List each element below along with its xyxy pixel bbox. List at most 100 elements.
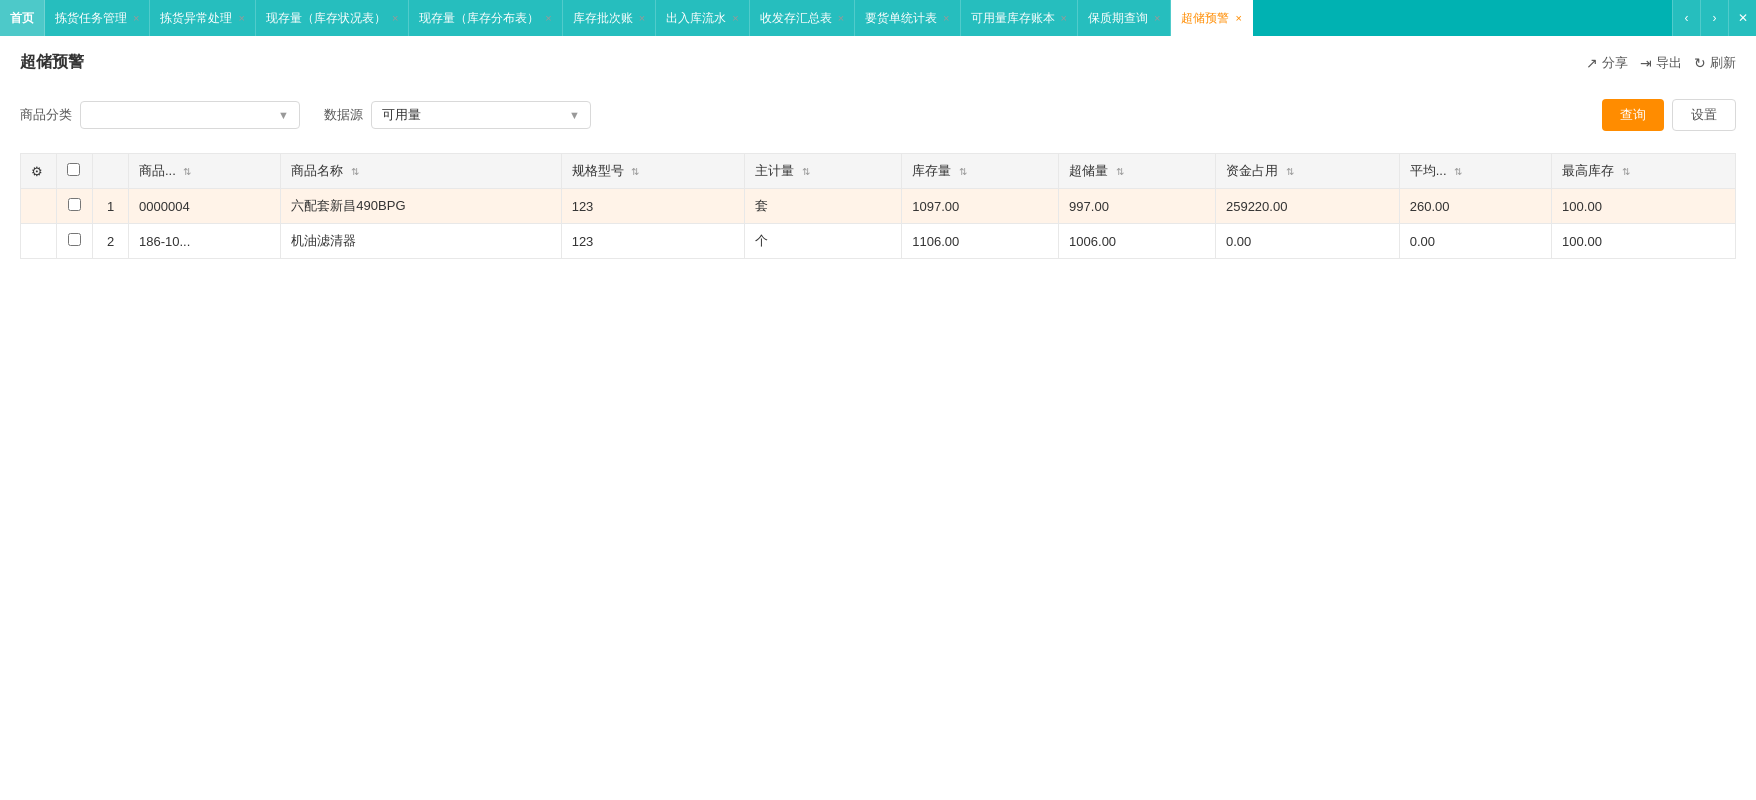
row-gear-cell: [21, 189, 57, 224]
col-header-stock[interactable]: 库存量 ⇅: [902, 154, 1059, 189]
col-avg-label: 平均...: [1410, 163, 1447, 178]
tab-tab-8[interactable]: 要货单统计表×: [855, 0, 960, 36]
row-unit-cell: 个: [745, 224, 902, 259]
tab-tab-4[interactable]: 现存量（库存分布表）×: [409, 0, 562, 36]
sort-name-icon: ⇅: [351, 166, 359, 177]
row-stock-cell: 1097.00: [902, 189, 1059, 224]
table-row: 1 0000004 六配套新昌490BPG 123 套 1097.00 997.…: [21, 189, 1736, 224]
query-button[interactable]: 查询: [1602, 99, 1664, 131]
export-button[interactable]: ⇥ 导出: [1640, 54, 1682, 72]
category-filter-group: 商品分类 ▼: [20, 101, 300, 129]
nav-next-arrow[interactable]: ›: [1700, 0, 1728, 36]
col-header-spec[interactable]: 规格型号 ⇅: [561, 154, 745, 189]
gear-icon: ⚙: [31, 164, 43, 179]
tab-tab-7[interactable]: 收发存汇总表×: [750, 0, 855, 36]
datasource-chevron-icon: ▼: [569, 109, 580, 121]
sort-spec-icon: ⇅: [631, 166, 639, 177]
refresh-icon: ↻: [1694, 55, 1706, 71]
tab-tab-3[interactable]: 现存量（库存状况表）×: [256, 0, 409, 36]
row-name-cell: 六配套新昌490BPG: [281, 189, 561, 224]
category-select[interactable]: ▼: [80, 101, 300, 129]
sort-maxstock-icon: ⇅: [1622, 166, 1630, 177]
share-icon: ↗: [1586, 55, 1598, 71]
col-header-name[interactable]: 商品名称 ⇅: [281, 154, 561, 189]
col-header-check[interactable]: [57, 154, 93, 189]
close-tab-icon[interactable]: ×: [1061, 13, 1067, 24]
table-header-row: ⚙ 商品... ⇅ 商品名称 ⇅ 规格型号 ⇅: [21, 154, 1736, 189]
row-checkbox-1[interactable]: [68, 233, 81, 246]
filter-actions: 查询 设置: [1602, 99, 1736, 131]
row-gear-cell: [21, 224, 57, 259]
col-header-gear[interactable]: ⚙: [21, 154, 57, 189]
close-tab-icon[interactable]: ×: [238, 13, 244, 24]
header-actions: ↗ 分享 ⇥ 导出 ↻ 刷新: [1586, 54, 1736, 72]
row-capital-cell: 259220.00: [1215, 189, 1399, 224]
close-tab-icon[interactable]: ×: [1154, 13, 1160, 24]
refresh-button[interactable]: ↻ 刷新: [1694, 54, 1736, 72]
home-tab[interactable]: 首页: [0, 0, 45, 36]
share-button[interactable]: ↗ 分享: [1586, 54, 1628, 72]
close-tab-icon[interactable]: ×: [392, 13, 398, 24]
sort-over-icon: ⇅: [1116, 166, 1124, 177]
col-code-label: 商品...: [139, 163, 176, 178]
sort-avg-icon: ⇅: [1454, 166, 1462, 177]
export-icon: ⇥: [1640, 55, 1652, 71]
tab-tab-11[interactable]: 超储预警×: [1171, 0, 1252, 36]
close-tab-icon[interactable]: ×: [545, 13, 551, 24]
page-header: 超储预警 ↗ 分享 ⇥ 导出 ↻ 刷新: [20, 52, 1736, 73]
row-code-cell: 186-10...: [129, 224, 281, 259]
category-chevron-icon: ▼: [278, 109, 289, 121]
tab-tab-9[interactable]: 可用量库存账本×: [961, 0, 1078, 36]
page-content: 超储预警 ↗ 分享 ⇥ 导出 ↻ 刷新 商品分类 ▼ 数据源: [0, 36, 1756, 800]
row-name-cell: 机油滤清器: [281, 224, 561, 259]
row-avg-cell: 260.00: [1399, 189, 1551, 224]
close-tab-icon[interactable]: ×: [838, 13, 844, 24]
close-tab-icon[interactable]: ×: [639, 13, 645, 24]
col-header-maxstock[interactable]: 最高库存 ⇅: [1552, 154, 1736, 189]
row-avg-cell: 0.00: [1399, 224, 1551, 259]
col-header-unit[interactable]: 主计量 ⇅: [745, 154, 902, 189]
datasource-select[interactable]: 可用量 ▼: [371, 101, 591, 129]
datasource-filter-group: 数据源 可用量 ▼: [324, 101, 591, 129]
close-tab-icon[interactable]: ×: [732, 13, 738, 24]
row-checkbox-0[interactable]: [68, 198, 81, 211]
table-row: 2 186-10... 机油滤清器 123 个 1106.00 1006.00 …: [21, 224, 1736, 259]
tab-tab-5[interactable]: 库存批次账×: [563, 0, 656, 36]
tab-tab-1[interactable]: 拣货任务管理×: [45, 0, 150, 36]
nav-more-arrow[interactable]: ✕: [1728, 0, 1756, 36]
col-header-over[interactable]: 超储量 ⇅: [1059, 154, 1216, 189]
tab-tab-2[interactable]: 拣货异常处理×: [150, 0, 255, 36]
row-over-cell: 997.00: [1059, 189, 1216, 224]
col-maxstock-label: 最高库存: [1562, 163, 1614, 178]
col-header-capital[interactable]: 资金占用 ⇅: [1215, 154, 1399, 189]
filter-row: 商品分类 ▼ 数据源 可用量 ▼ 查询 设置: [20, 89, 1736, 141]
nav-prev-arrow[interactable]: ‹: [1672, 0, 1700, 36]
category-select-value: [91, 106, 104, 124]
datasource-label: 数据源: [324, 106, 363, 124]
datasource-select-value: 可用量: [382, 106, 421, 124]
tab-tab-6[interactable]: 出入库流水×: [656, 0, 749, 36]
row-num-cell: 2: [93, 224, 129, 259]
sort-stock-icon: ⇅: [959, 166, 967, 177]
col-header-avg[interactable]: 平均... ⇅: [1399, 154, 1551, 189]
col-unit-label: 主计量: [755, 163, 794, 178]
row-maxstock-cell: 100.00: [1552, 224, 1736, 259]
col-header-code[interactable]: 商品... ⇅: [129, 154, 281, 189]
nav-arrows: ‹ › ✕: [1672, 0, 1756, 36]
sort-unit-icon: ⇅: [802, 166, 810, 177]
close-tab-icon[interactable]: ×: [133, 13, 139, 24]
select-all-checkbox[interactable]: [67, 163, 80, 176]
category-label: 商品分类: [20, 106, 72, 124]
row-check-cell[interactable]: [57, 189, 93, 224]
settings-button[interactable]: 设置: [1672, 99, 1736, 131]
row-check-cell[interactable]: [57, 224, 93, 259]
row-spec-cell: 123: [561, 224, 745, 259]
row-capital-cell: 0.00: [1215, 224, 1399, 259]
col-capital-label: 资金占用: [1226, 163, 1278, 178]
row-over-cell: 1006.00: [1059, 224, 1216, 259]
sort-code-icon: ⇅: [183, 166, 191, 177]
tab-tab-10[interactable]: 保质期查询×: [1078, 0, 1171, 36]
close-tab-icon[interactable]: ×: [1235, 13, 1241, 24]
page-title: 超储预警: [20, 52, 84, 73]
close-tab-icon[interactable]: ×: [943, 13, 949, 24]
